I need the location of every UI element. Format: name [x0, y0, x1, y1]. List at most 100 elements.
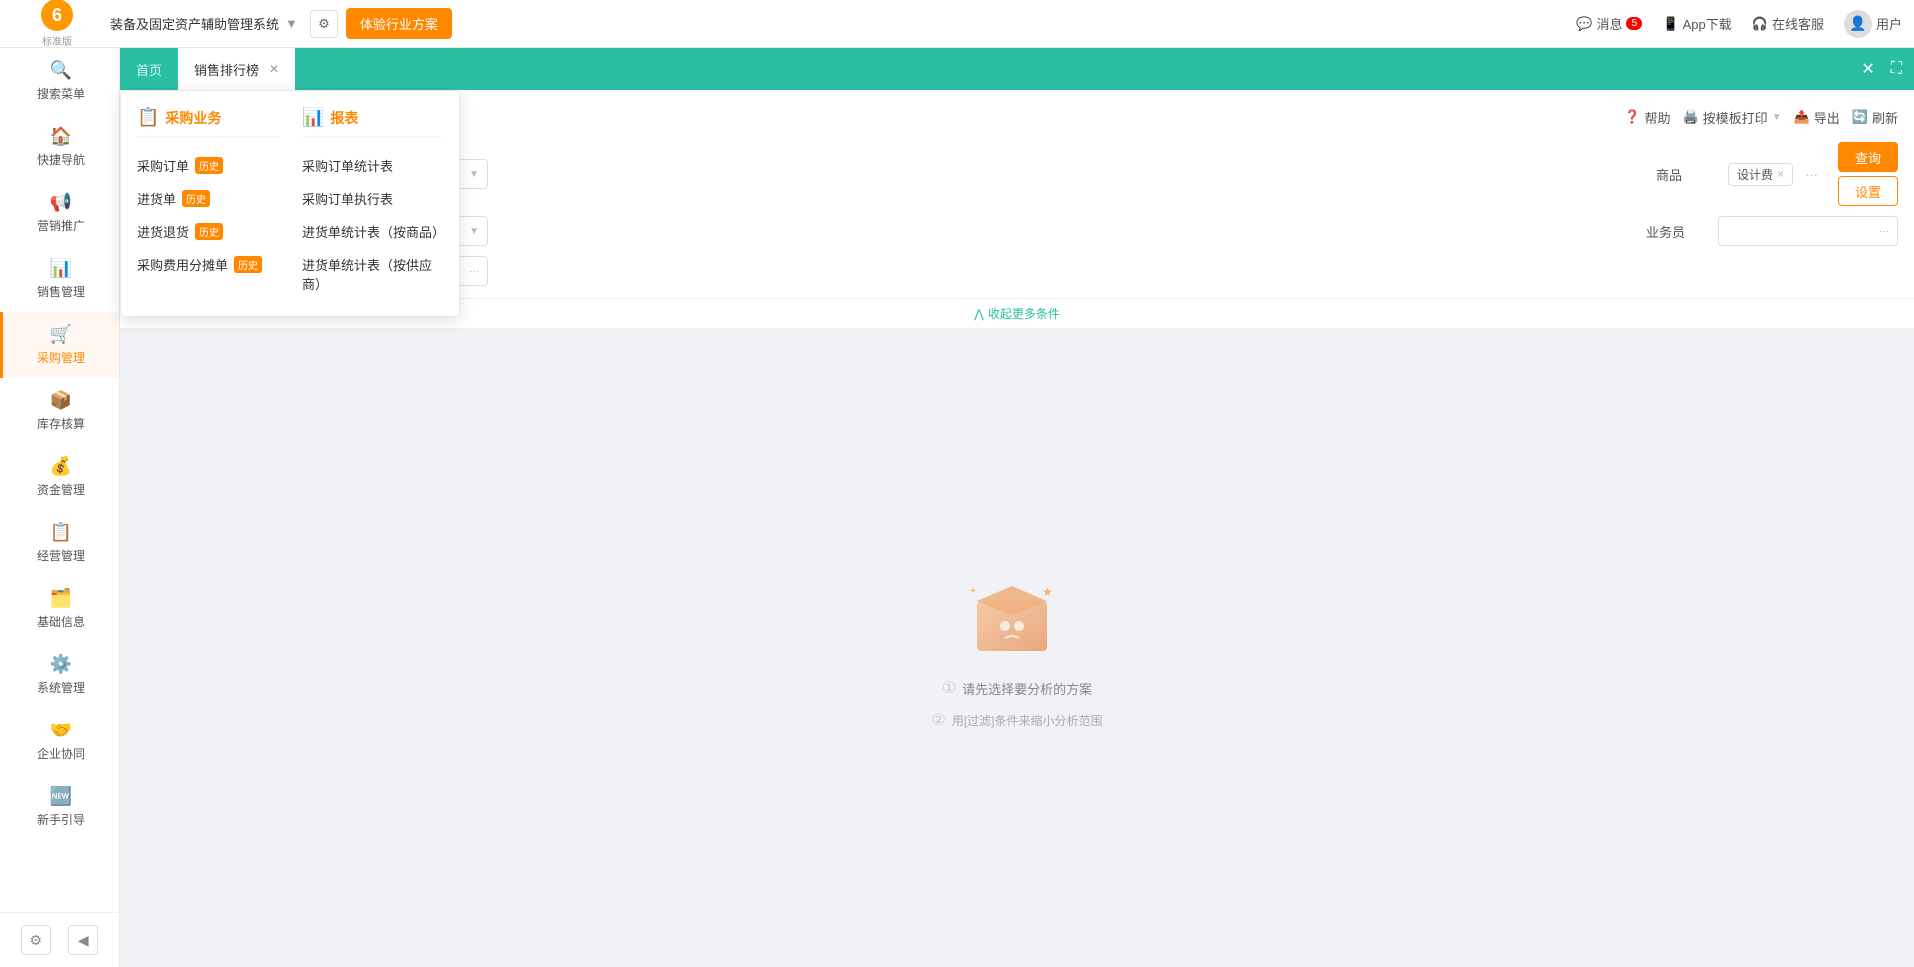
- empty-hint-2: ② 用[过滤]条件来缩小分析范围: [931, 710, 1102, 730]
- message-label: 消息: [1596, 14, 1622, 33]
- finance-icon: 💰: [50, 456, 72, 477]
- sidebar-label-ops: 经营管理: [37, 547, 85, 564]
- industry-btn[interactable]: 体验行业方案: [346, 8, 452, 39]
- sidebar-item-search[interactable]: 🔍 搜索菜单: [0, 48, 119, 114]
- query-btn[interactable]: 查询: [1838, 142, 1898, 172]
- sidebar: 🔍 搜索菜单 🏠 快捷导航 📢 营销推广 📊 销售管理 🛒 采购管理 📦 库存核…: [0, 48, 120, 967]
- purchase-col-title: 采购业务: [165, 108, 221, 128]
- empty-svg: ★ ✦: [957, 566, 1077, 666]
- sidebar-item-guide[interactable]: 🆕 新手引导: [0, 774, 119, 840]
- refresh-btn[interactable]: 🔄 刷新: [1852, 108, 1898, 127]
- service-label: 在线客服: [1772, 14, 1824, 33]
- home-icon: 🏠: [50, 126, 72, 147]
- purchase-icon: 🛒: [50, 324, 72, 345]
- user-button[interactable]: 👤 用户: [1844, 10, 1902, 38]
- sidebar-item-corp[interactable]: 🤝 企业协同: [0, 708, 119, 774]
- tab-sales-rank[interactable]: 销售排行榜 ✕: [178, 48, 295, 90]
- sidebar-item-market[interactable]: 📢 营销推广: [0, 180, 119, 246]
- empty-state: ★ ✦ ① 请先选择要分析的方案 ② 用[过滤]条件来缩小分析范围: [120, 329, 1914, 967]
- avatar: 👤: [1844, 10, 1872, 38]
- search-icon: 🔍: [50, 60, 72, 81]
- dropdown-item-inbound[interactable]: 进货单 历史: [137, 182, 278, 215]
- sidebar-label-sales: 销售管理: [37, 283, 85, 300]
- sidebar-item-finance[interactable]: 💰 资金管理: [0, 444, 119, 510]
- headset-icon: 🎧: [1752, 16, 1768, 32]
- tab-close-icon[interactable]: ✕: [269, 62, 279, 76]
- hist-badge-4: 历史: [234, 256, 262, 273]
- print-icon: 🖨️: [1682, 109, 1698, 125]
- dropdown-item-purchase-order[interactable]: 采购订单 历史: [137, 149, 278, 182]
- goods-tag-close[interactable]: ×: [1777, 167, 1784, 181]
- purchase-col: 📋 采购业务 采购订单 历史 进货单 历史 进货退货 历史 采购费用分摊单 历史: [137, 107, 278, 300]
- guide-icon: 🆕: [50, 786, 72, 807]
- logo-subtext: 标准版: [42, 33, 72, 48]
- hint2-bullet: ②: [931, 710, 945, 730]
- dropdown-item-order-exec[interactable]: 采购订单执行表: [302, 182, 443, 215]
- report-col-header: 📊 报表: [302, 107, 443, 137]
- app-download-button[interactable]: 📱 App下载: [1662, 14, 1731, 33]
- sidebar-item-purchase[interactable]: 🛒 采购管理: [0, 312, 119, 378]
- dropdown-item-inbound-supplier[interactable]: 进货单统计表（按供应商）: [302, 248, 443, 300]
- print-arrow[interactable]: ▼: [1772, 112, 1782, 123]
- sidebar-label-guide: 新手引导: [37, 811, 85, 828]
- empty-hint2-text: 用[过滤]条件来缩小分析范围: [952, 712, 1103, 729]
- system-dropdown-arrow[interactable]: ▼: [285, 16, 298, 31]
- sidebar-item-sales[interactable]: 📊 销售管理: [0, 246, 119, 312]
- item-label-purchase-order: 采购订单: [137, 156, 189, 175]
- dropdown-item-expense[interactable]: 采购费用分摊单 历史: [137, 248, 278, 281]
- empty-hint-1: ① 请先选择要分析的方案: [942, 678, 1092, 698]
- report-col: 📊 报表 采购订单统计表 采购订单执行表 进货单统计表（按商品） 进货单统计表（…: [302, 107, 443, 300]
- dropdown-item-order-stat[interactable]: 采购订单统计表: [302, 149, 443, 182]
- hist-badge-2: 历史: [182, 190, 210, 207]
- settings-btn[interactable]: 设置: [1838, 176, 1898, 206]
- salesman-input[interactable]: ···: [1718, 216, 1898, 246]
- tab-home[interactable]: 首页: [120, 48, 178, 90]
- sidebar-item-system[interactable]: ⚙️ 系统管理: [0, 642, 119, 708]
- online-service-button[interactable]: 🎧 在线客服: [1752, 14, 1824, 33]
- base-icon: 🗂️: [50, 588, 72, 609]
- system-icon: ⚙️: [50, 654, 72, 675]
- tabbar: 首页 销售排行榜 ✕ ✕ ⛶: [120, 48, 1914, 90]
- sidebar-label-corp: 企业协同: [37, 745, 85, 762]
- salesman-label: 业务员: [1646, 222, 1706, 241]
- goods-more-dots[interactable]: ···: [1805, 167, 1818, 182]
- sidebar-item-nav[interactable]: 🏠 快捷导航: [0, 114, 119, 180]
- hint1-bullet: ①: [942, 678, 956, 698]
- sidebar-item-stock[interactable]: 📦 库存核算: [0, 378, 119, 444]
- system-name-area[interactable]: 装备及固定资产辅助管理系统 ▼: [110, 14, 298, 33]
- sidebar-item-ops[interactable]: 📋 经营管理: [0, 510, 119, 576]
- message-badge: 5: [1626, 17, 1642, 30]
- tab-sales-rank-label: 销售排行榜: [194, 60, 259, 79]
- settings-button[interactable]: ⚙: [310, 10, 338, 38]
- dropdown-item-inbound-goods[interactable]: 进货单统计表（按商品）: [302, 215, 443, 248]
- dropdown-menu: 📋 采购业务 采购订单 历史 进货单 历史 进货退货 历史 采购费用分摊单 历史…: [120, 90, 460, 317]
- corp-icon: 🤝: [50, 720, 72, 741]
- customer-dots[interactable]: ···: [469, 266, 479, 277]
- sidebar-label-nav: 快捷导航: [37, 151, 85, 168]
- sidebar-item-base[interactable]: 🗂️ 基础信息: [0, 576, 119, 642]
- sidebar-collapse-btn[interactable]: ◀: [68, 925, 98, 955]
- svg-text:★: ★: [1042, 585, 1053, 599]
- svg-text:✦: ✦: [969, 586, 977, 597]
- sales-icon: 📊: [50, 258, 72, 279]
- help-icon: ❓: [1624, 109, 1640, 125]
- filter-actions: 查询 设置: [1838, 142, 1898, 206]
- print-label: 按模板打印: [1703, 108, 1768, 127]
- dropdown-item-return[interactable]: 进货退货 历史: [137, 215, 278, 248]
- export-btn[interactable]: 📤 导出: [1794, 108, 1840, 127]
- print-btn[interactable]: 🖨️ 按模板打印 ▼: [1682, 108, 1781, 127]
- refresh-icon: 🔄: [1852, 109, 1868, 125]
- tab-expand-icon[interactable]: ⛶: [1887, 56, 1906, 82]
- sidebar-settings-btn[interactable]: ⚙: [21, 925, 51, 955]
- sidebar-label-purchase: 采购管理: [37, 349, 85, 366]
- goods-tag[interactable]: 设计费 ×: [1728, 163, 1793, 186]
- tab-close-all-icon[interactable]: ✕: [1857, 55, 1878, 83]
- user-label: 用户: [1876, 14, 1902, 33]
- purchase-col-icon: 📋: [137, 107, 159, 128]
- help-btn[interactable]: ❓ 帮助: [1624, 108, 1670, 127]
- goods-label: 商品: [1656, 165, 1716, 184]
- messages-button[interactable]: 💬 消息 5: [1576, 14, 1642, 33]
- sidebar-label-market: 营销推广: [37, 217, 85, 234]
- salesman-dots[interactable]: ···: [1879, 226, 1889, 237]
- sidebar-label-system: 系统管理: [37, 679, 85, 696]
